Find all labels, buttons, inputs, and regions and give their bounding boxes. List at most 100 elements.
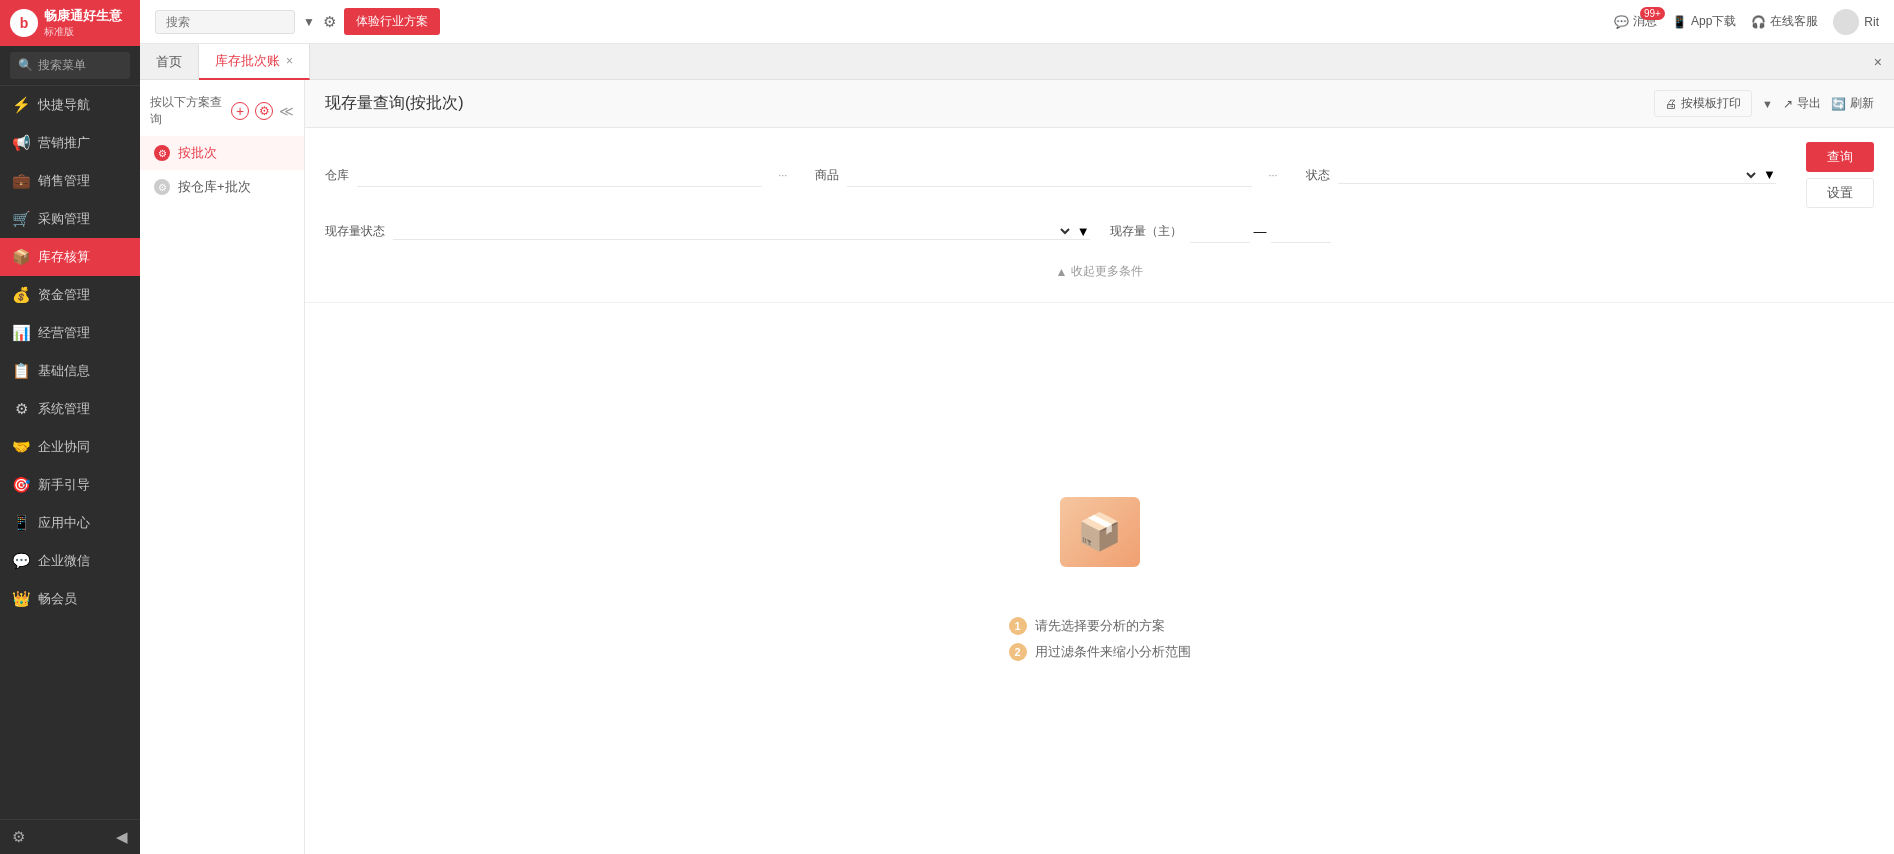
page-header: 现存量查询(按批次) 🖨 按模板打印 ▼ ↗ 导出 🔄 刷新: [305, 80, 1894, 128]
operation-icon: 📊: [12, 324, 30, 342]
sidebar-item-system[interactable]: ⚙ 系统管理: [0, 390, 140, 428]
topbar: ▼ ⚙ 体验行业方案 💬 消息 99+ 📱 App下载 🎧 在线客服 Rit: [140, 0, 1894, 44]
warehouse-more-button[interactable]: ···: [770, 165, 795, 185]
warehouse-batch-item-icon: ⚙: [154, 179, 170, 195]
user-avatar: [1833, 9, 1859, 35]
inventory-icon: 📦: [12, 248, 30, 266]
tabbar: 首页 库存批次账 × ×: [140, 44, 1894, 80]
messages-badge: 99+: [1640, 7, 1665, 20]
content-area: 按以下方案查询 + ⚙ ≪ ⚙ 按批次 ⚙ 按仓库+批次 现存量查询(按批次): [140, 80, 1894, 854]
username-label: Rit: [1864, 15, 1879, 29]
topbar-gear-button[interactable]: ⚙: [323, 13, 336, 31]
topbar-search-input[interactable]: [155, 10, 295, 34]
batch-item-label: 按批次: [178, 144, 217, 162]
left-panel-item-batch[interactable]: ⚙ 按批次: [140, 136, 304, 170]
sidebar-collapse-button[interactable]: ◀: [116, 828, 128, 846]
status-filter: 状态 ▼: [1306, 167, 1776, 184]
topbar-dropdown-button[interactable]: ▼: [303, 15, 315, 29]
warehouse-label: 仓库: [325, 167, 349, 184]
appstore-icon: 📱: [12, 514, 30, 532]
sidebar-settings-button[interactable]: ⚙: [12, 828, 25, 846]
query-button[interactable]: 查询: [1806, 142, 1874, 172]
sidebar-item-finance[interactable]: 💰 资金管理: [0, 276, 140, 314]
experience-button[interactable]: 体验行业方案: [344, 8, 440, 35]
right-content: 现存量查询(按批次) 🖨 按模板打印 ▼ ↗ 导出 🔄 刷新: [305, 80, 1894, 854]
status-select[interactable]: [1338, 167, 1759, 183]
empty-illustration: [1050, 497, 1150, 597]
left-panel-title: 按以下方案查询: [150, 94, 231, 128]
basic-info-icon: 📋: [12, 362, 30, 380]
page-header-actions: 🖨 按模板打印 ▼ ↗ 导出 🔄 刷新: [1654, 90, 1874, 117]
print-dropdown-button[interactable]: ▼: [1762, 98, 1773, 110]
left-panel-collapse-button[interactable]: ≪: [279, 103, 294, 119]
sidebar-item-vip[interactable]: 👑 畅会员: [0, 580, 140, 618]
export-button[interactable]: ↗ 导出: [1783, 95, 1821, 112]
sidebar-item-shortcut[interactable]: ⚡ 快捷导航: [0, 86, 140, 124]
sidebar-item-newbie[interactable]: 🎯 新手引导: [0, 466, 140, 504]
sidebar-item-operation[interactable]: 📊 经营管理: [0, 314, 140, 352]
collapse-more-label: 收起更多条件: [1071, 263, 1143, 280]
sidebar: b 畅康通好生意 标准版 🔍 搜索菜单 ⚡ 快捷导航 📢 营销推广 💼 销售管理…: [0, 0, 140, 854]
online-service-label: 在线客服: [1770, 13, 1818, 30]
wechat-icon: 💬: [12, 552, 30, 570]
left-panel-item-warehouse-batch[interactable]: ⚙ 按仓库+批次: [140, 170, 304, 204]
warehouse-input[interactable]: [357, 164, 762, 187]
settings-button[interactable]: 设置: [1806, 178, 1874, 208]
marketing-label: 营销推广: [38, 134, 90, 152]
sales-icon: 💼: [12, 172, 30, 190]
tab-home-label: 首页: [156, 53, 182, 71]
warehouse-batch-item-label: 按仓库+批次: [178, 178, 251, 196]
tab-batch-inventory[interactable]: 库存批次账 ×: [199, 44, 310, 80]
system-label: 系统管理: [38, 400, 90, 418]
sidebar-item-wechat[interactable]: 💬 企业微信: [0, 542, 140, 580]
refresh-button[interactable]: 🔄 刷新: [1831, 95, 1874, 112]
inventory-qty-max-input[interactable]: [1271, 220, 1331, 243]
sidebar-item-enterprise[interactable]: 🤝 企业协同: [0, 428, 140, 466]
collapse-more-button[interactable]: ▲ 收起更多条件: [325, 255, 1874, 288]
tab-panel-close-button[interactable]: ×: [1862, 54, 1894, 70]
tab-home[interactable]: 首页: [140, 45, 199, 79]
shortcut-label: 快捷导航: [38, 96, 90, 114]
messages-button[interactable]: 💬 消息 99+: [1614, 13, 1657, 30]
sidebar-header: b 畅康通好生意 标准版: [0, 0, 140, 46]
newbie-label: 新手引导: [38, 476, 90, 494]
goods-more-button[interactable]: ···: [1260, 165, 1285, 185]
sidebar-item-marketing[interactable]: 📢 营销推广: [0, 124, 140, 162]
sales-label: 销售管理: [38, 172, 90, 190]
app-download-button[interactable]: 📱 App下载: [1672, 13, 1736, 30]
tip-text-2: 用过滤条件来缩小分析范围: [1035, 643, 1191, 661]
topbar-left: ▼ ⚙ 体验行业方案: [155, 8, 1604, 35]
sidebar-item-purchase[interactable]: 🛒 采购管理: [0, 200, 140, 238]
search-menu-button[interactable]: 🔍 搜索菜单: [10, 52, 130, 79]
sidebar-item-appstore[interactable]: 📱 应用中心: [0, 504, 140, 542]
filter-row-2: 现存量状态 ▼ 现存量（主） —: [325, 220, 1874, 243]
wechat-label: 企业微信: [38, 552, 90, 570]
left-panel-settings-button[interactable]: ⚙: [255, 102, 273, 120]
goods-input[interactable]: [847, 164, 1252, 187]
empty-tip-2: 2 用过滤条件来缩小分析范围: [1009, 643, 1191, 661]
left-panel-header: 按以下方案查询 + ⚙ ≪: [140, 90, 304, 136]
system-icon: ⚙: [12, 400, 30, 418]
search-menu-label: 搜索菜单: [38, 57, 86, 74]
inventory-qty-min-input[interactable]: [1190, 220, 1250, 243]
user-info[interactable]: Rit: [1833, 9, 1879, 35]
sidebar-footer: ⚙ ◀: [0, 819, 140, 854]
chevron-up-icon: ▲: [1056, 265, 1068, 279]
sidebar-item-basic-info[interactable]: 📋 基础信息: [0, 352, 140, 390]
sidebar-item-sales[interactable]: 💼 销售管理: [0, 162, 140, 200]
action-buttons: 查询 设置: [1806, 142, 1874, 208]
print-button[interactable]: 🖨 按模板打印: [1654, 90, 1752, 117]
tab-close-icon[interactable]: ×: [286, 54, 293, 68]
left-panel-add-button[interactable]: +: [231, 102, 249, 120]
batch-item-icon: ⚙: [154, 145, 170, 161]
inventory-status-select[interactable]: [393, 223, 1073, 239]
filter-row-1: 仓库 ··· 商品 ··· 状态: [325, 142, 1874, 208]
status-label: 状态: [1306, 167, 1330, 184]
empty-tip-1: 1 请先选择要分析的方案: [1009, 617, 1191, 635]
online-service-button[interactable]: 🎧 在线客服: [1751, 13, 1818, 30]
finance-label: 资金管理: [38, 286, 90, 304]
sidebar-item-inventory[interactable]: 📦 库存核算: [0, 238, 140, 276]
chevron-down-icon: ▼: [1763, 167, 1776, 182]
topbar-right: 💬 消息 99+ 📱 App下载 🎧 在线客服 Rit: [1614, 9, 1879, 35]
marketing-icon: 📢: [12, 134, 30, 152]
